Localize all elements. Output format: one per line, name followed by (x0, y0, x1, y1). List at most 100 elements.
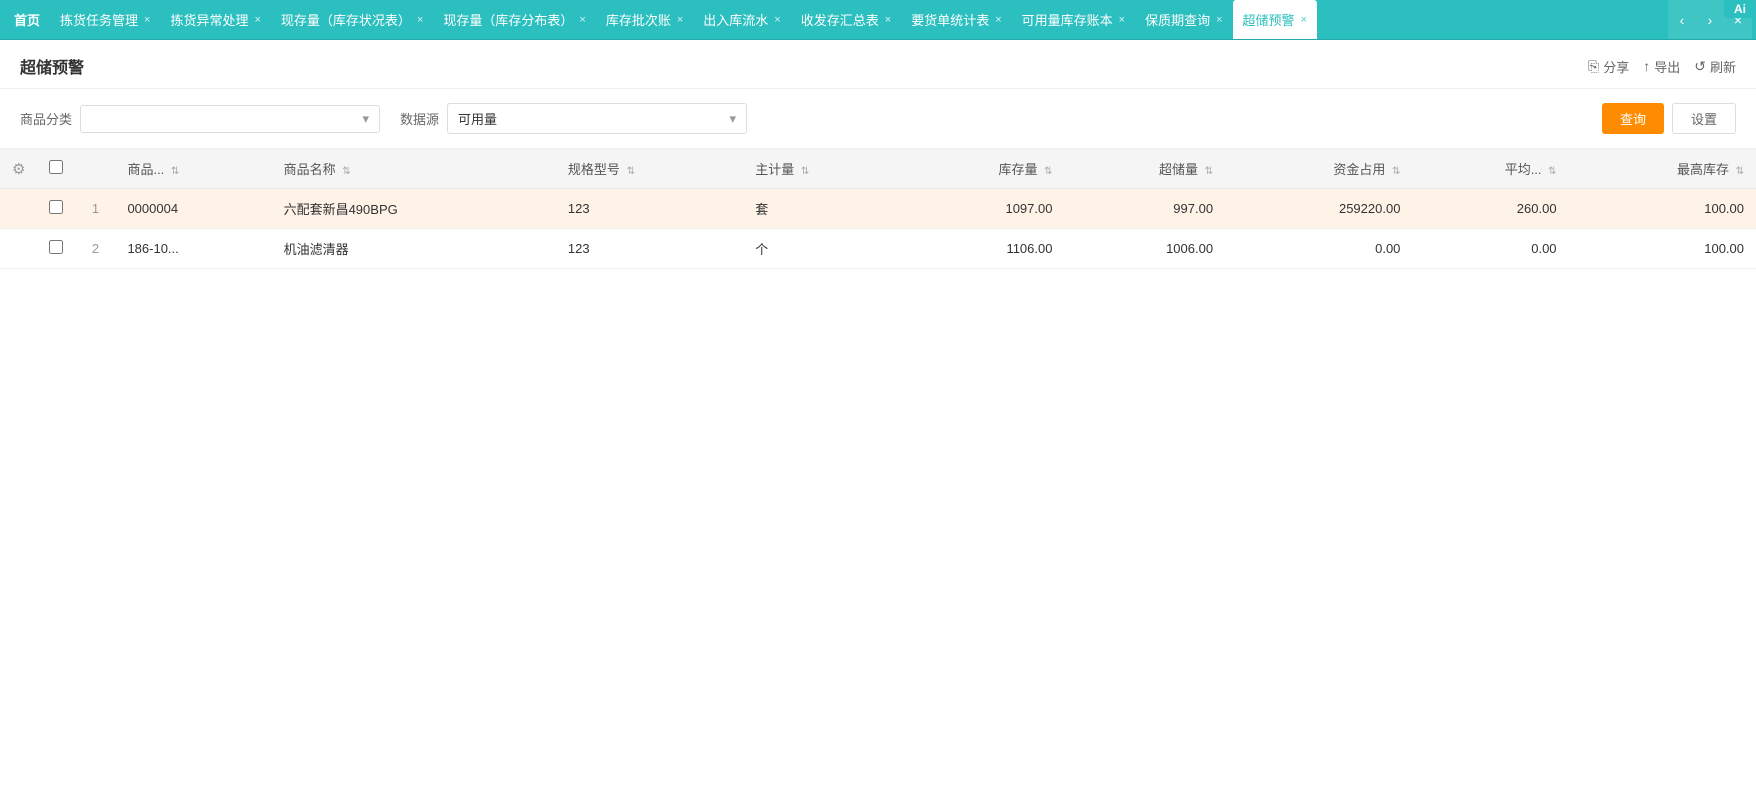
table-row: 2 186-10... 机油滤清器 123 个 1106.00 1006.00 … (0, 229, 1756, 269)
column-unit[interactable]: 主计量 ⇅ (743, 149, 904, 189)
filter-actions: 查询 设置 (1602, 103, 1736, 134)
refresh-button[interactable]: ↺ 刷新 (1694, 57, 1736, 76)
row-capital-usage-0: 259220.00 (1225, 189, 1412, 229)
row-unit-1: 个 (743, 229, 904, 269)
nav-tab-pick-exception[interactable]: 拣货异常处理 × (160, 0, 270, 40)
data-source-select[interactable]: 可用量 ▾ (447, 103, 747, 134)
nav-tab-batch-account[interactable]: 库存批次账 × (596, 0, 693, 40)
product-category-label: 商品分类 (20, 109, 72, 128)
column-max-stock[interactable]: 最高库存 ⇅ (1569, 149, 1756, 189)
sort-stock-icon: ⇅ (1044, 166, 1052, 177)
export-icon: ↑ (1643, 58, 1650, 74)
close-stock-status[interactable]: × (417, 14, 423, 26)
row-max-stock-0: 100.00 (1569, 189, 1756, 229)
nav-arrow-left[interactable]: ‹ (1668, 0, 1696, 40)
row-num-1: 2 (75, 229, 115, 269)
data-source-value: 可用量 (458, 109, 497, 128)
row-product-name-0: 六配套新昌490BPG (272, 189, 556, 229)
nav-tab-available-stock[interactable]: 可用量库存账本 × (1012, 0, 1135, 40)
page-container: 超储预警 ⎘ 分享 ↑ 导出 ↺ 刷新 商品分类 ▾ 数据源 (0, 40, 1756, 800)
table-header-row: ⚙ 商品... ⇅ 商品名称 ⇅ 规格型号 ⇅ (0, 149, 1756, 189)
sort-max-stock-icon: ⇅ (1736, 166, 1744, 177)
refresh-icon: ↺ (1694, 58, 1706, 75)
row-overstock-0: 997.00 (1064, 189, 1225, 229)
column-rownum (75, 149, 115, 189)
column-gear[interactable]: ⚙ (0, 149, 37, 189)
close-overstock-warning[interactable]: × (1301, 14, 1307, 26)
ai-badge: Ai (1724, 0, 1756, 18)
page-title: 超储预警 (20, 54, 84, 78)
row-checkbox-cell-0 (37, 189, 75, 229)
row-gear-0[interactable] (0, 189, 37, 229)
row-product-name-1: 机油滤清器 (272, 229, 556, 269)
nav-tab-order-stats[interactable]: 要货单统计表 × (901, 0, 1011, 40)
column-product-code[interactable]: 商品... ⇅ (115, 149, 271, 189)
row-overstock-1: 1006.00 (1064, 229, 1225, 269)
product-category-filter: 商品分类 ▾ (20, 105, 380, 133)
column-stock[interactable]: 库存量 ⇅ (904, 149, 1065, 189)
row-gear-1[interactable] (0, 229, 37, 269)
sort-capital-icon: ⇅ (1392, 166, 1400, 177)
table-body: 1 0000004 六配套新昌490BPG 123 套 1097.00 997.… (0, 189, 1756, 269)
query-button[interactable]: 查询 (1602, 103, 1664, 134)
product-category-select[interactable]: ▾ (80, 105, 380, 133)
row-num-0: 1 (75, 189, 115, 229)
column-avg[interactable]: 平均... ⇅ (1412, 149, 1568, 189)
close-batch-account[interactable]: × (677, 14, 683, 26)
nav-tab-receive-summary[interactable]: 收发存汇总表 × (791, 0, 901, 40)
close-inout-flow[interactable]: × (774, 14, 780, 26)
sort-spec-icon: ⇅ (627, 166, 635, 177)
nav-arrow-right[interactable]: › (1696, 0, 1724, 40)
row-unit-0: 套 (743, 189, 904, 229)
column-spec[interactable]: 规格型号 ⇅ (556, 149, 743, 189)
row-max-stock-1: 100.00 (1569, 229, 1756, 269)
sort-product-name-icon: ⇅ (342, 166, 350, 177)
product-category-chevron-icon: ▾ (362, 111, 369, 127)
row-spec-1: 123 (556, 229, 743, 269)
header-actions: ⎘ 分享 ↑ 导出 ↺ 刷新 (1588, 57, 1736, 76)
close-receive-summary[interactable]: × (885, 14, 891, 26)
row-stock-1: 1106.00 (904, 229, 1065, 269)
page-header: 超储预警 ⎘ 分享 ↑ 导出 ↺ 刷新 (0, 40, 1756, 89)
settings-button[interactable]: 设置 (1672, 103, 1736, 134)
sort-unit-icon: ⇅ (801, 166, 809, 177)
data-source-label: 数据源 (400, 109, 439, 128)
close-pick-task[interactable]: × (144, 14, 150, 26)
filter-bar: 商品分类 ▾ 数据源 可用量 ▾ 查询 设置 (0, 89, 1756, 149)
top-nav: 首页 拣货任务管理 × 拣货异常处理 × 现存量（库存状况表） × 现存量（库存… (0, 0, 1756, 40)
row-avg-0: 260.00 (1412, 189, 1568, 229)
sort-product-code-icon: ⇅ (171, 166, 179, 177)
nav-tab-home[interactable]: 首页 (4, 0, 50, 40)
column-checkbox (37, 149, 75, 189)
row-checkbox-cell-1 (37, 229, 75, 269)
share-button[interactable]: ⎘ 分享 (1588, 57, 1629, 76)
close-stock-dist[interactable]: × (579, 14, 585, 26)
close-order-stats[interactable]: × (995, 14, 1001, 26)
nav-tab-inout-flow[interactable]: 出入库流水 × (693, 0, 790, 40)
select-all-checkbox[interactable] (49, 160, 63, 174)
column-product-name[interactable]: 商品名称 ⇅ (272, 149, 556, 189)
data-source-chevron-icon: ▾ (730, 111, 737, 127)
close-available-stock[interactable]: × (1119, 14, 1125, 26)
data-table: ⚙ 商品... ⇅ 商品名称 ⇅ 规格型号 ⇅ (0, 149, 1756, 269)
nav-tab-stock-dist[interactable]: 现存量（库存分布表） × (433, 0, 595, 40)
close-expiry-query[interactable]: × (1216, 14, 1222, 26)
row-stock-0: 1097.00 (904, 189, 1065, 229)
nav-tab-overstock-warning[interactable]: 超储预警 × (1233, 0, 1317, 40)
nav-tab-expiry-query[interactable]: 保质期查询 × (1135, 0, 1232, 40)
nav-tab-stock-status[interactable]: 现存量（库存状况表） × (271, 0, 433, 40)
column-capital-usage[interactable]: 资金占用 ⇅ (1225, 149, 1412, 189)
export-button[interactable]: ↑ 导出 (1643, 57, 1680, 76)
nav-tab-pick-task[interactable]: 拣货任务管理 × (50, 0, 160, 40)
row-checkbox-0[interactable] (49, 200, 63, 214)
table-row: 1 0000004 六配套新昌490BPG 123 套 1097.00 997.… (0, 189, 1756, 229)
share-icon: ⎘ (1588, 58, 1599, 75)
row-checkbox-1[interactable] (49, 240, 63, 254)
row-product-code-0: 0000004 (115, 189, 271, 229)
row-product-code-1: 186-10... (115, 229, 271, 269)
column-overstock[interactable]: 超储量 ⇅ (1064, 149, 1225, 189)
sort-overstock-icon: ⇅ (1205, 166, 1213, 177)
table-wrapper: ⚙ 商品... ⇅ 商品名称 ⇅ 规格型号 ⇅ (0, 149, 1756, 269)
sort-avg-icon: ⇅ (1548, 166, 1556, 177)
close-pick-exception[interactable]: × (254, 14, 260, 26)
